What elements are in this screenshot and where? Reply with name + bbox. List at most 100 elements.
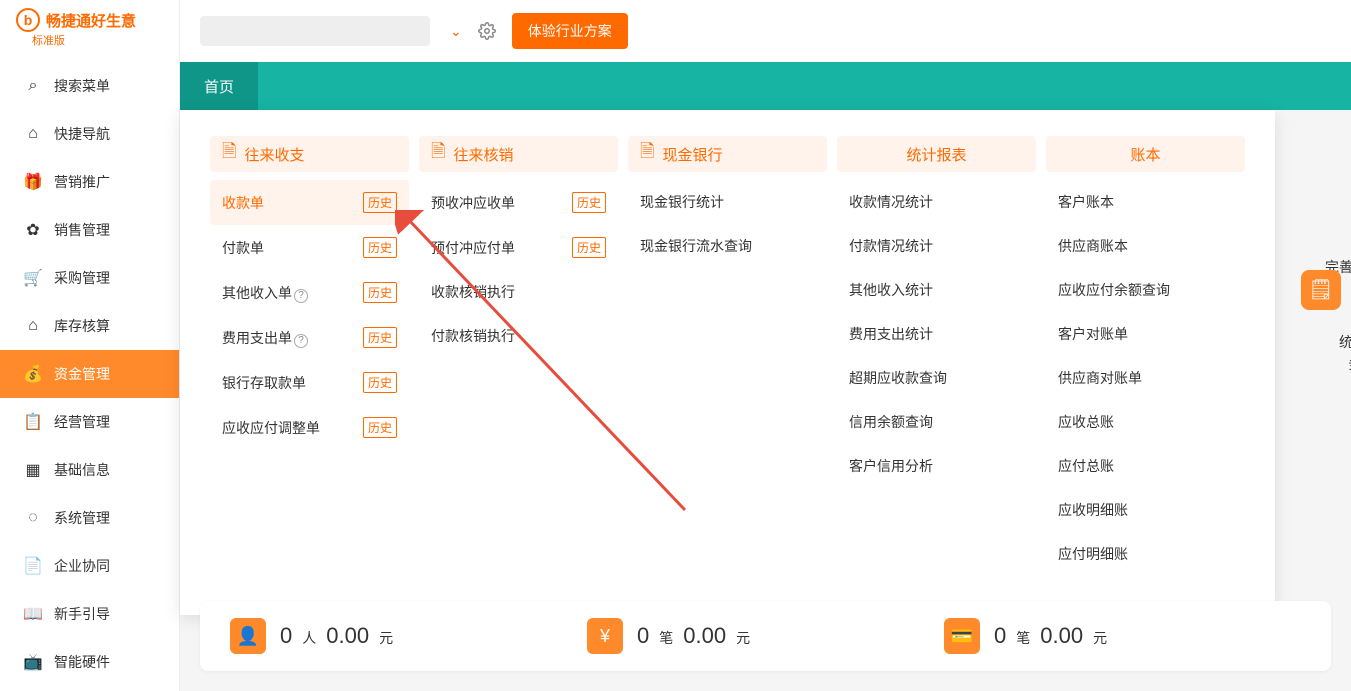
- history-badge[interactable]: 历史: [572, 237, 606, 258]
- sidebar-item-basicinfo[interactable]: ▦ 基础信息: [0, 446, 179, 494]
- mega-menu-item[interactable]: 应付总账: [1046, 444, 1245, 488]
- try-plan-button[interactable]: 体验行业方案: [512, 13, 628, 49]
- mega-menu-item[interactable]: 供应商账本: [1046, 224, 1245, 268]
- mega-column-list: 客户账本供应商账本应收应付余额查询客户对账单供应商对账单应收总账应付总账应收明细…: [1046, 172, 1245, 576]
- mega-menu-item[interactable]: 供应商对账单: [1046, 356, 1245, 400]
- sidebar-item-guide[interactable]: 📖新手引导: [0, 590, 179, 638]
- history-badge[interactable]: 历史: [363, 417, 397, 438]
- sidebar-item-collab[interactable]: 📄企业协同: [0, 542, 179, 590]
- sidebar-item-inventory[interactable]: ⌂库存核算: [0, 302, 179, 350]
- mega-menu-item[interactable]: 预付冲应付单历史: [419, 225, 618, 270]
- mega-menu-item[interactable]: 收款核销执行: [419, 270, 618, 314]
- history-badge[interactable]: 历史: [363, 237, 397, 258]
- warehouse-icon: ⌂: [24, 317, 42, 335]
- mega-menu-item[interactable]: 应收总账: [1046, 400, 1245, 444]
- mega-menu-item[interactable]: 付款单历史: [210, 225, 409, 270]
- history-badge[interactable]: 历史: [363, 372, 397, 393]
- mega-menu-item[interactable]: 客户对账单: [1046, 312, 1245, 356]
- mega-menu-item[interactable]: 现金银行流水查询: [628, 224, 827, 268]
- mega-menu-item[interactable]: 信用余额查询: [837, 400, 1036, 444]
- history-badge[interactable]: 历史: [363, 327, 397, 348]
- settings-icon[interactable]: [478, 22, 496, 40]
- history-badge[interactable]: 历史: [572, 192, 606, 213]
- tab-home[interactable]: 首页: [180, 62, 258, 110]
- mega-menu-item-label: 应付总账: [1058, 456, 1114, 476]
- sidebar-item-quicknav[interactable]: ⌂快捷导航: [0, 110, 179, 158]
- sidebar-item-operation[interactable]: 📋经营管理: [0, 398, 179, 446]
- sidebar-nav: ⌕搜索菜单 ⌂快捷导航 🎁营销推广 ✿销售管理 🛒采购管理 ⌂库存核算 💰资金管…: [0, 54, 179, 686]
- sidebar-item-hardware[interactable]: 📺 智能硬件: [0, 638, 179, 686]
- sidebar-item-sales[interactable]: ✿销售管理: [0, 206, 179, 254]
- sidebar-item-label: 资金管理: [54, 364, 110, 384]
- mega-column: 🗎往来收支收款单历史付款单历史其他收入单?历史费用支出单?历史银行存取款单历史应…: [210, 136, 409, 589]
- chevron-down-icon[interactable]: ⌄: [450, 23, 462, 40]
- mega-menu-item-label: 信用余额查询: [849, 412, 933, 432]
- doc-icon: 📄: [24, 557, 42, 575]
- mega-menu-item[interactable]: 费用支出统计: [837, 312, 1036, 356]
- mega-menu-item[interactable]: 银行存取款单历史: [210, 360, 409, 405]
- mega-column-header: 🗎往来核销: [419, 136, 618, 172]
- mega-column: 🗎现金银行现金银行统计现金银行流水查询: [628, 136, 827, 589]
- sidebar-item-label: 基础信息: [54, 460, 110, 480]
- sidebar-item-marketing[interactable]: 🎁营销推广: [0, 158, 179, 206]
- sidebar-item-finance[interactable]: 💰资金管理: [0, 350, 179, 398]
- mega-menu-item-label: 收款情况统计: [849, 192, 933, 212]
- sidebar-item-label: 采购管理: [54, 268, 110, 288]
- mega-menu-item[interactable]: 应收应付余额查询: [1046, 268, 1245, 312]
- mega-menu-item-label: 客户信用分析: [849, 456, 933, 476]
- mega-menu: 🗎往来收支收款单历史付款单历史其他收入单?历史费用支出单?历史银行存取款单历史应…: [180, 110, 1275, 615]
- brand-name: 畅捷通好生意: [46, 10, 136, 31]
- mega-column-header: 🗎现金银行: [628, 136, 827, 172]
- mega-menu-item[interactable]: 预收冲应收单 历史: [419, 180, 618, 225]
- mega-menu-item[interactable]: 客户账本: [1046, 180, 1245, 224]
- mega-menu-item[interactable]: 应付明细账: [1046, 532, 1245, 576]
- topbar: ⌄ 体验行业方案: [180, 0, 1351, 62]
- grid-icon: ▦: [24, 461, 42, 479]
- mega-column-title: 往来收支: [244, 144, 304, 165]
- mega-menu-item[interactable]: 费用支出单?历史: [210, 315, 409, 360]
- mega-menu-item[interactable]: 付款情况统计: [837, 224, 1036, 268]
- mega-menu-item[interactable]: 超期应收款查询: [837, 356, 1036, 400]
- sidebar-item-purchase[interactable]: 🛒采购管理: [0, 254, 179, 302]
- mega-column-title: 账本: [1130, 144, 1160, 165]
- history-badge[interactable]: 历史: [363, 282, 397, 303]
- company-selector[interactable]: [200, 16, 430, 46]
- home-icon: ⌂: [24, 125, 42, 143]
- mega-menu-item[interactable]: 其他收入单?历史: [210, 270, 409, 315]
- stat-item: 💳 0笔 0.00元: [944, 618, 1301, 654]
- mega-menu-item-label: 现金银行流水查询: [640, 236, 752, 256]
- mega-menu-item-label: 费用支出统计: [849, 324, 933, 344]
- mega-menu-item[interactable]: 收款情况统计: [837, 180, 1036, 224]
- mega-menu-item-label: 应收应付余额查询: [1058, 280, 1170, 300]
- help-icon[interactable]: ?: [294, 289, 308, 303]
- mega-column-header: 账本: [1046, 136, 1245, 172]
- document-icon: 🗎: [222, 139, 236, 169]
- sidebar-item-search[interactable]: ⌕搜索菜单: [0, 62, 179, 110]
- report-icon[interactable]: 🗒: [1301, 270, 1341, 310]
- stat-item: 👤 0人 0.00元: [230, 618, 587, 654]
- mega-menu-item[interactable]: 客户信用分析: [837, 444, 1036, 488]
- mega-menu-item[interactable]: 收款单历史: [210, 180, 409, 225]
- stat-item: ¥ 0笔 0.00元: [587, 618, 944, 654]
- clipboard-icon: 📋: [24, 413, 42, 431]
- history-badge[interactable]: 历史: [363, 192, 397, 213]
- document-icon: 🗎: [640, 139, 654, 169]
- sidebar-item-label: 智能硬件: [54, 652, 110, 672]
- sidebar-item-system[interactable]: ◌系统管理: [0, 494, 179, 542]
- mega-column: 🗎往来核销预收冲应收单历史预付冲应付单历史收款核销执行付款核销执行: [419, 136, 618, 589]
- mega-menu-item[interactable]: 应收应付调整单 历史: [210, 405, 409, 450]
- mega-column: 统计报表收款情况统计付款情况统计其他收入统计费用支出统计超期应收款查询信用余额查…: [837, 136, 1036, 589]
- mega-menu-item-label: 应收应付调整单: [222, 418, 320, 438]
- mega-menu-item-label: 预收冲应收单: [431, 193, 515, 213]
- device-icon: 📺: [24, 653, 42, 671]
- mega-column-header: 🗎 往来收支: [210, 136, 409, 172]
- mega-menu-item[interactable]: 付款核销执行: [419, 314, 618, 358]
- mega-menu-item[interactable]: 现金银行统计: [628, 180, 827, 224]
- brand-edition: 标准版: [32, 32, 179, 54]
- mega-menu-item[interactable]: 应收明细账: [1046, 488, 1245, 532]
- mega-menu-item[interactable]: 其他收入统计: [837, 268, 1036, 312]
- mega-column-title: 统计报表: [906, 144, 966, 165]
- help-icon[interactable]: ?: [294, 334, 308, 348]
- yuan-icon: ¥: [587, 618, 623, 654]
- mega-column-list: 预收冲应收单历史预付冲应付单历史收款核销执行付款核销执行: [419, 172, 618, 358]
